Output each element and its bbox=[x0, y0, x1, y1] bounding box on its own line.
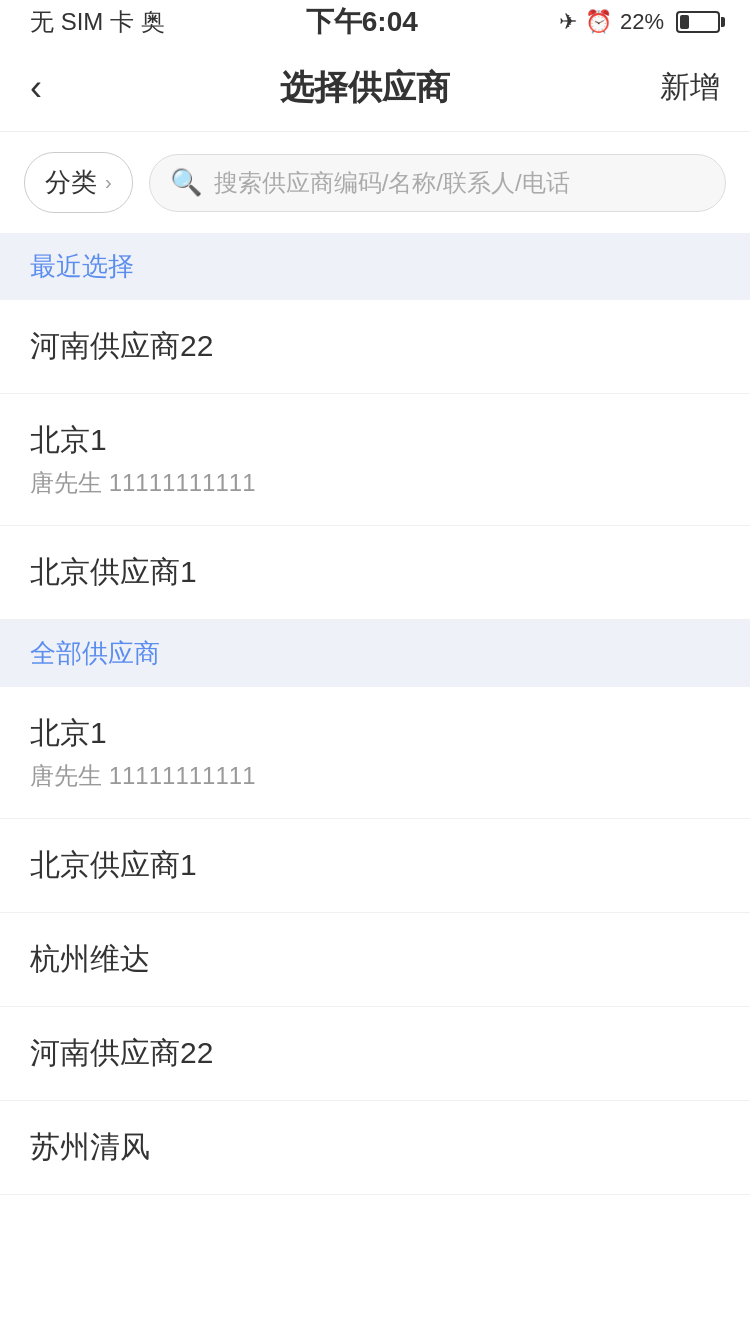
item-sub: 唐先生 11111111111 bbox=[30, 467, 720, 499]
list-item[interactable]: 北京供应商1 bbox=[0, 526, 750, 620]
list-item[interactable]: 北京1 唐先生 11111111111 bbox=[0, 394, 750, 526]
status-right: ✈ ⏰ 22% bbox=[559, 9, 720, 35]
battery-icon bbox=[676, 11, 720, 33]
status-left: 无 SIM 卡 奥 bbox=[30, 6, 165, 38]
sim-status: 无 SIM 卡 奥 bbox=[30, 6, 165, 38]
search-box[interactable]: 🔍 搜索供应商编码/名称/联系人/电话 bbox=[149, 154, 726, 212]
search-icon: 🔍 bbox=[170, 167, 202, 198]
status-bar: 无 SIM 卡 奥 下午6:04 ✈ ⏰ 22% bbox=[0, 0, 750, 44]
all-list: 北京1 唐先生 11111111111 北京供应商1 杭州维达 河南供应商22 … bbox=[0, 687, 750, 1195]
item-sub: 唐先生 11111111111 bbox=[30, 760, 720, 792]
list-item[interactable]: 河南供应商22 bbox=[0, 1007, 750, 1101]
item-name: 河南供应商22 bbox=[30, 1033, 720, 1074]
list-item[interactable]: 北京供应商1 bbox=[0, 819, 750, 913]
filter-bar: 分类 › 🔍 搜索供应商编码/名称/联系人/电话 bbox=[0, 132, 750, 233]
item-name: 北京1 bbox=[30, 713, 720, 754]
item-name: 北京供应商1 bbox=[30, 552, 720, 593]
item-name: 北京1 bbox=[30, 420, 720, 461]
back-button[interactable]: ‹ bbox=[30, 67, 90, 109]
page-title: 选择供应商 bbox=[280, 65, 450, 111]
status-time: 下午6:04 bbox=[306, 3, 418, 41]
category-button[interactable]: 分类 › bbox=[24, 152, 133, 213]
item-name: 苏州清风 bbox=[30, 1127, 720, 1168]
battery-percent: 22% bbox=[620, 9, 664, 35]
item-name: 北京供应商1 bbox=[30, 845, 720, 886]
alarm-icon: ⏰ bbox=[585, 9, 612, 35]
list-item[interactable]: 北京1 唐先生 11111111111 bbox=[0, 687, 750, 819]
recent-list: 河南供应商22 北京1 唐先生 11111111111 北京供应商1 bbox=[0, 300, 750, 620]
location-icon: ✈ bbox=[559, 9, 577, 35]
item-name: 杭州维达 bbox=[30, 939, 720, 980]
recent-section-header: 最近选择 bbox=[0, 233, 750, 300]
list-item[interactable]: 河南供应商22 bbox=[0, 300, 750, 394]
chevron-down-icon: › bbox=[105, 171, 112, 194]
search-placeholder: 搜索供应商编码/名称/联系人/电话 bbox=[214, 167, 570, 199]
list-item[interactable]: 杭州维达 bbox=[0, 913, 750, 1007]
add-button[interactable]: 新增 bbox=[640, 67, 720, 108]
item-name: 河南供应商22 bbox=[30, 326, 720, 367]
all-section-header: 全部供应商 bbox=[0, 620, 750, 687]
list-item[interactable]: 苏州清风 bbox=[0, 1101, 750, 1195]
category-label: 分类 bbox=[45, 165, 97, 200]
nav-bar: ‹ 选择供应商 新增 bbox=[0, 44, 750, 132]
